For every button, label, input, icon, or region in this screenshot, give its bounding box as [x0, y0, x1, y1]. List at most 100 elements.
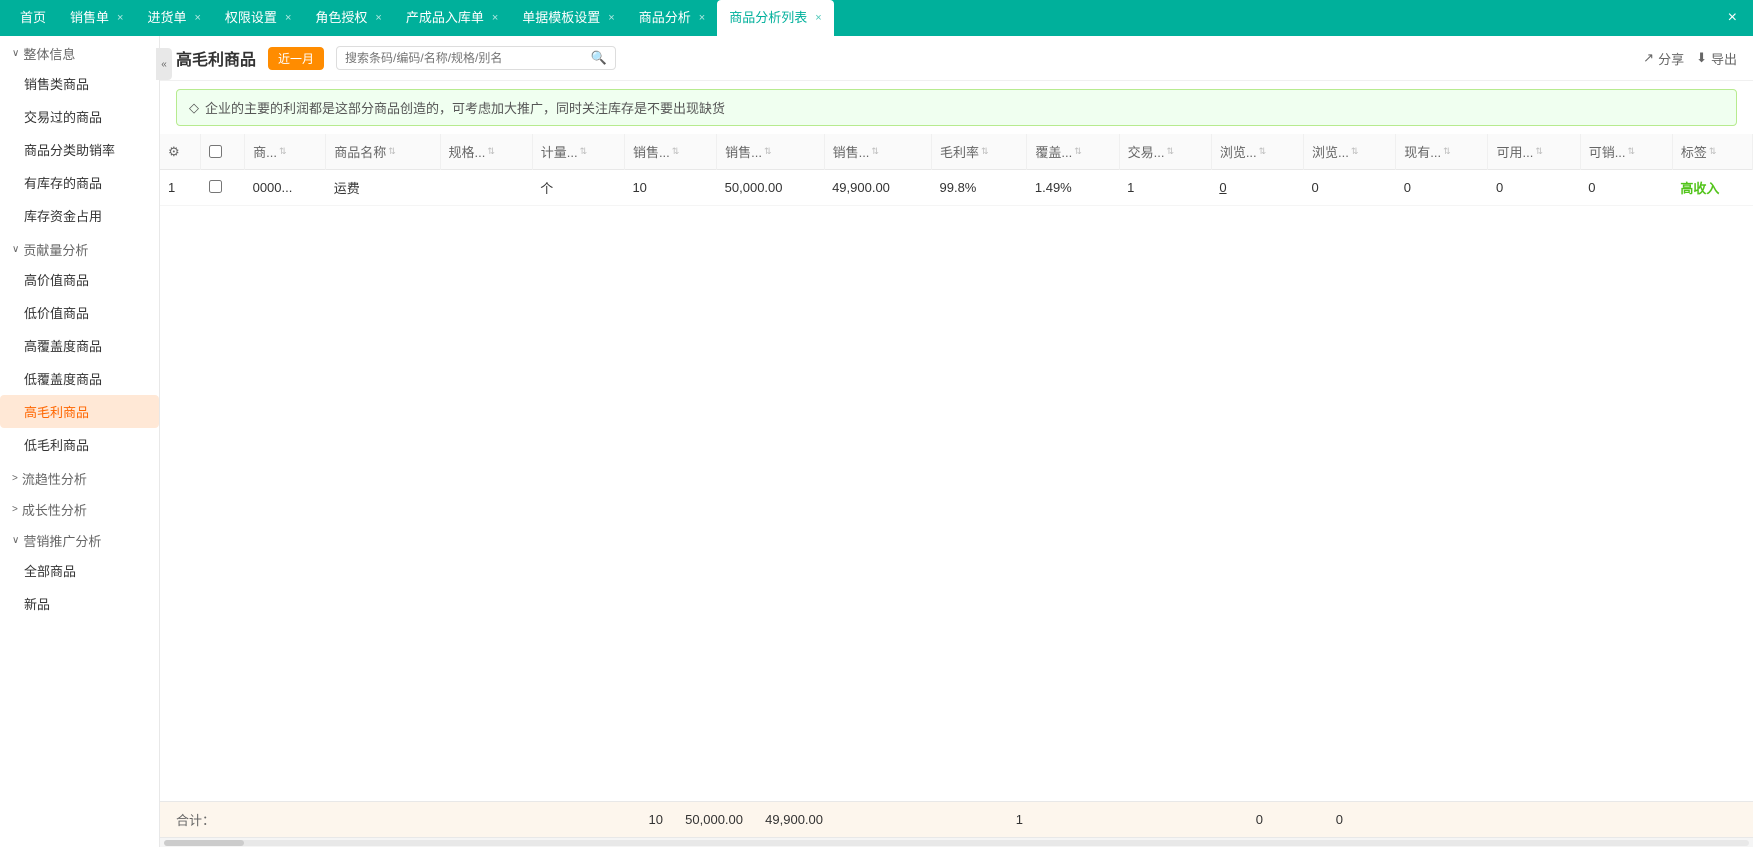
scrollbar-thumb[interactable] [164, 840, 244, 846]
cell-name: 运费 [326, 170, 440, 206]
footer-available-stock: 0 [1275, 812, 1355, 827]
filter-recent-month-button[interactable]: 近一月 [268, 47, 324, 70]
tab-close-icon[interactable]: × [117, 0, 123, 36]
header-actions: ↗ 分享 ⬇ 导出 [1643, 49, 1737, 68]
footer-label: 合计： [176, 810, 215, 829]
settings-icon[interactable]: ⚙ [168, 144, 180, 160]
alert-icon: ◇ [189, 100, 199, 116]
col-header-sellable[interactable]: 可销...⇅ [1580, 134, 1672, 170]
sort-icon-sales_qty: ⇅ [672, 146, 680, 157]
sidebar-item-新品[interactable]: 新品 [0, 587, 159, 620]
share-button[interactable]: ↗ 分享 [1643, 49, 1684, 68]
col-header-checkbox [201, 134, 245, 170]
col-label-view2: 浏览... [1312, 142, 1349, 161]
page-title: 高毛利商品 [176, 46, 256, 70]
col-label-code: 商... [253, 142, 277, 161]
col-header-code[interactable]: 商...⇅ [245, 134, 326, 170]
sidebar-group-营销推广分析[interactable]: ∨营销推广分析 [0, 523, 159, 554]
tab-close-icon[interactable]: × [194, 0, 200, 36]
cell-gross_margin: 99.8% [932, 170, 1027, 206]
col-header-gross_margin[interactable]: 毛利率⇅ [932, 134, 1027, 170]
search-box: 🔍 [336, 46, 616, 70]
sidebar-group-贡献量分析[interactable]: ∨贡献量分析 [0, 232, 159, 263]
col-header-view1[interactable]: 浏览...⇅ [1211, 134, 1303, 170]
col-header-sales_qty[interactable]: 销售...⇅ [624, 134, 716, 170]
sort-icon-spec: ⇅ [487, 146, 495, 157]
nav-tab-商品分析列表[interactable]: 商品分析列表 × [717, 0, 833, 36]
footer-transaction: 1 [955, 812, 1035, 827]
sort-icon-sales_profit: ⇅ [871, 146, 879, 157]
nav-tab-角色授权[interactable]: 角色授权 × [303, 0, 393, 36]
cell-sales_qty: 10 [624, 170, 716, 206]
col-header-tag[interactable]: 标签⇅ [1672, 134, 1752, 170]
cell-view1[interactable]: 0 [1211, 170, 1303, 206]
col-header-available_stock[interactable]: 可用...⇅ [1488, 134, 1580, 170]
col-header-sales_amount[interactable]: 销售...⇅ [717, 134, 824, 170]
col-label-view1: 浏览... [1220, 142, 1257, 161]
sort-icon-view2: ⇅ [1351, 146, 1359, 157]
nav-tab-权限设置[interactable]: 权限设置 × [213, 0, 303, 36]
footer-sales-amount: 50,000.00 [675, 812, 755, 827]
sidebar-item-全部商品[interactable]: 全部商品 [0, 554, 159, 587]
nav-tab-进货单[interactable]: 进货单 × [135, 0, 212, 36]
col-header-spec[interactable]: 规格...⇅ [440, 134, 532, 170]
sidebar-item-商品分类助销率[interactable]: 商品分类助销率 [0, 133, 159, 166]
col-header-name[interactable]: 商品名称⇅ [326, 134, 440, 170]
sidebar-item-高毛利商品[interactable]: 高毛利商品 [0, 395, 159, 428]
select-all-checkbox[interactable] [209, 145, 222, 158]
sidebar-item-销售类商品[interactable]: 销售类商品 [0, 67, 159, 100]
cell-coverage: 1.49% [1027, 170, 1119, 206]
sidebar-group-流趋性分析[interactable]: >流趋性分析 [0, 461, 159, 492]
horizontal-scrollbar[interactable] [160, 837, 1753, 847]
sort-icon-current_stock: ⇅ [1443, 146, 1451, 157]
nav-tab-单据模板设置[interactable]: 单据模板设置 × [510, 0, 626, 36]
sidebar-group-成长性分析[interactable]: >成长性分析 [0, 492, 159, 523]
col-header-transaction[interactable]: 交易...⇅ [1119, 134, 1211, 170]
col-label-spec: 规格... [449, 142, 486, 161]
content-header: 高毛利商品 近一月 🔍 ↗ 分享 ⬇ 导出 [160, 36, 1753, 81]
tab-close-icon[interactable]: × [699, 0, 705, 36]
sort-icon-tag: ⇅ [1709, 146, 1717, 157]
sidebar-item-交易过的商品[interactable]: 交易过的商品 [0, 100, 159, 133]
col-header-current_stock[interactable]: 现有...⇅ [1396, 134, 1488, 170]
nav-tab-产成品入库单[interactable]: 产成品入库单 × [394, 0, 510, 36]
window-close-button[interactable]: × [1720, 9, 1745, 27]
sidebar-item-库存资金占用[interactable]: 库存资金占用 [0, 199, 159, 232]
tab-close-icon[interactable]: × [285, 0, 291, 36]
sidebar-item-低毛利商品[interactable]: 低毛利商品 [0, 428, 159, 461]
sidebar-item-高价值商品[interactable]: 高价值商品 [0, 263, 159, 296]
footer-current-stock: 0 [1195, 812, 1275, 827]
col-header-sales_profit[interactable]: 销售...⇅ [824, 134, 931, 170]
sort-icon-unit: ⇅ [580, 146, 588, 157]
nav-tab-销售单[interactable]: 销售单 × [58, 0, 135, 36]
col-label-gross_margin: 毛利率 [940, 142, 979, 161]
row-checkbox[interactable] [209, 180, 222, 193]
sidebar-item-低覆盖度商品[interactable]: 低覆盖度商品 [0, 362, 159, 395]
sidebar-collapse-button[interactable]: « [156, 48, 172, 80]
tab-close-icon[interactable]: × [375, 0, 381, 36]
export-icon: ⬇ [1696, 50, 1707, 66]
top-nav: 首页销售单 ×进货单 ×权限设置 ×角色授权 ×产成品入库单 ×单据模板设置 ×… [0, 0, 1753, 36]
sidebar-item-有库存的商品[interactable]: 有库存的商品 [0, 166, 159, 199]
sidebar-item-低价值商品[interactable]: 低价值商品 [0, 296, 159, 329]
nav-tab-商品分析[interactable]: 商品分析 × [627, 0, 717, 36]
export-button[interactable]: ⬇ 导出 [1696, 49, 1737, 68]
cell-tag: 高收入 [1672, 170, 1752, 206]
search-icon[interactable]: 🔍 [591, 50, 607, 66]
footer-sales-profit: 49,900.00 [755, 812, 835, 827]
tab-close-icon[interactable]: × [608, 0, 614, 36]
tab-close-icon[interactable]: × [815, 0, 821, 36]
view1-link[interactable]: 0 [1219, 180, 1226, 195]
tab-close-icon[interactable]: × [492, 0, 498, 36]
col-header-coverage[interactable]: 覆盖...⇅ [1027, 134, 1119, 170]
col-header-view2[interactable]: 浏览...⇅ [1304, 134, 1396, 170]
sidebar-item-高覆盖度商品[interactable]: 高覆盖度商品 [0, 329, 159, 362]
col-label-coverage: 覆盖... [1035, 142, 1072, 161]
nav-tab-首页[interactable]: 首页 [8, 0, 58, 36]
sidebar-group-整体信息[interactable]: ∨整体信息 [0, 36, 159, 67]
col-label-name: 商品名称 [334, 142, 386, 161]
footer-sales-qty: 10 [595, 812, 675, 827]
search-input[interactable] [345, 51, 587, 65]
col-header-unit[interactable]: 计量...⇅ [532, 134, 624, 170]
cell-checkbox[interactable] [201, 170, 245, 206]
